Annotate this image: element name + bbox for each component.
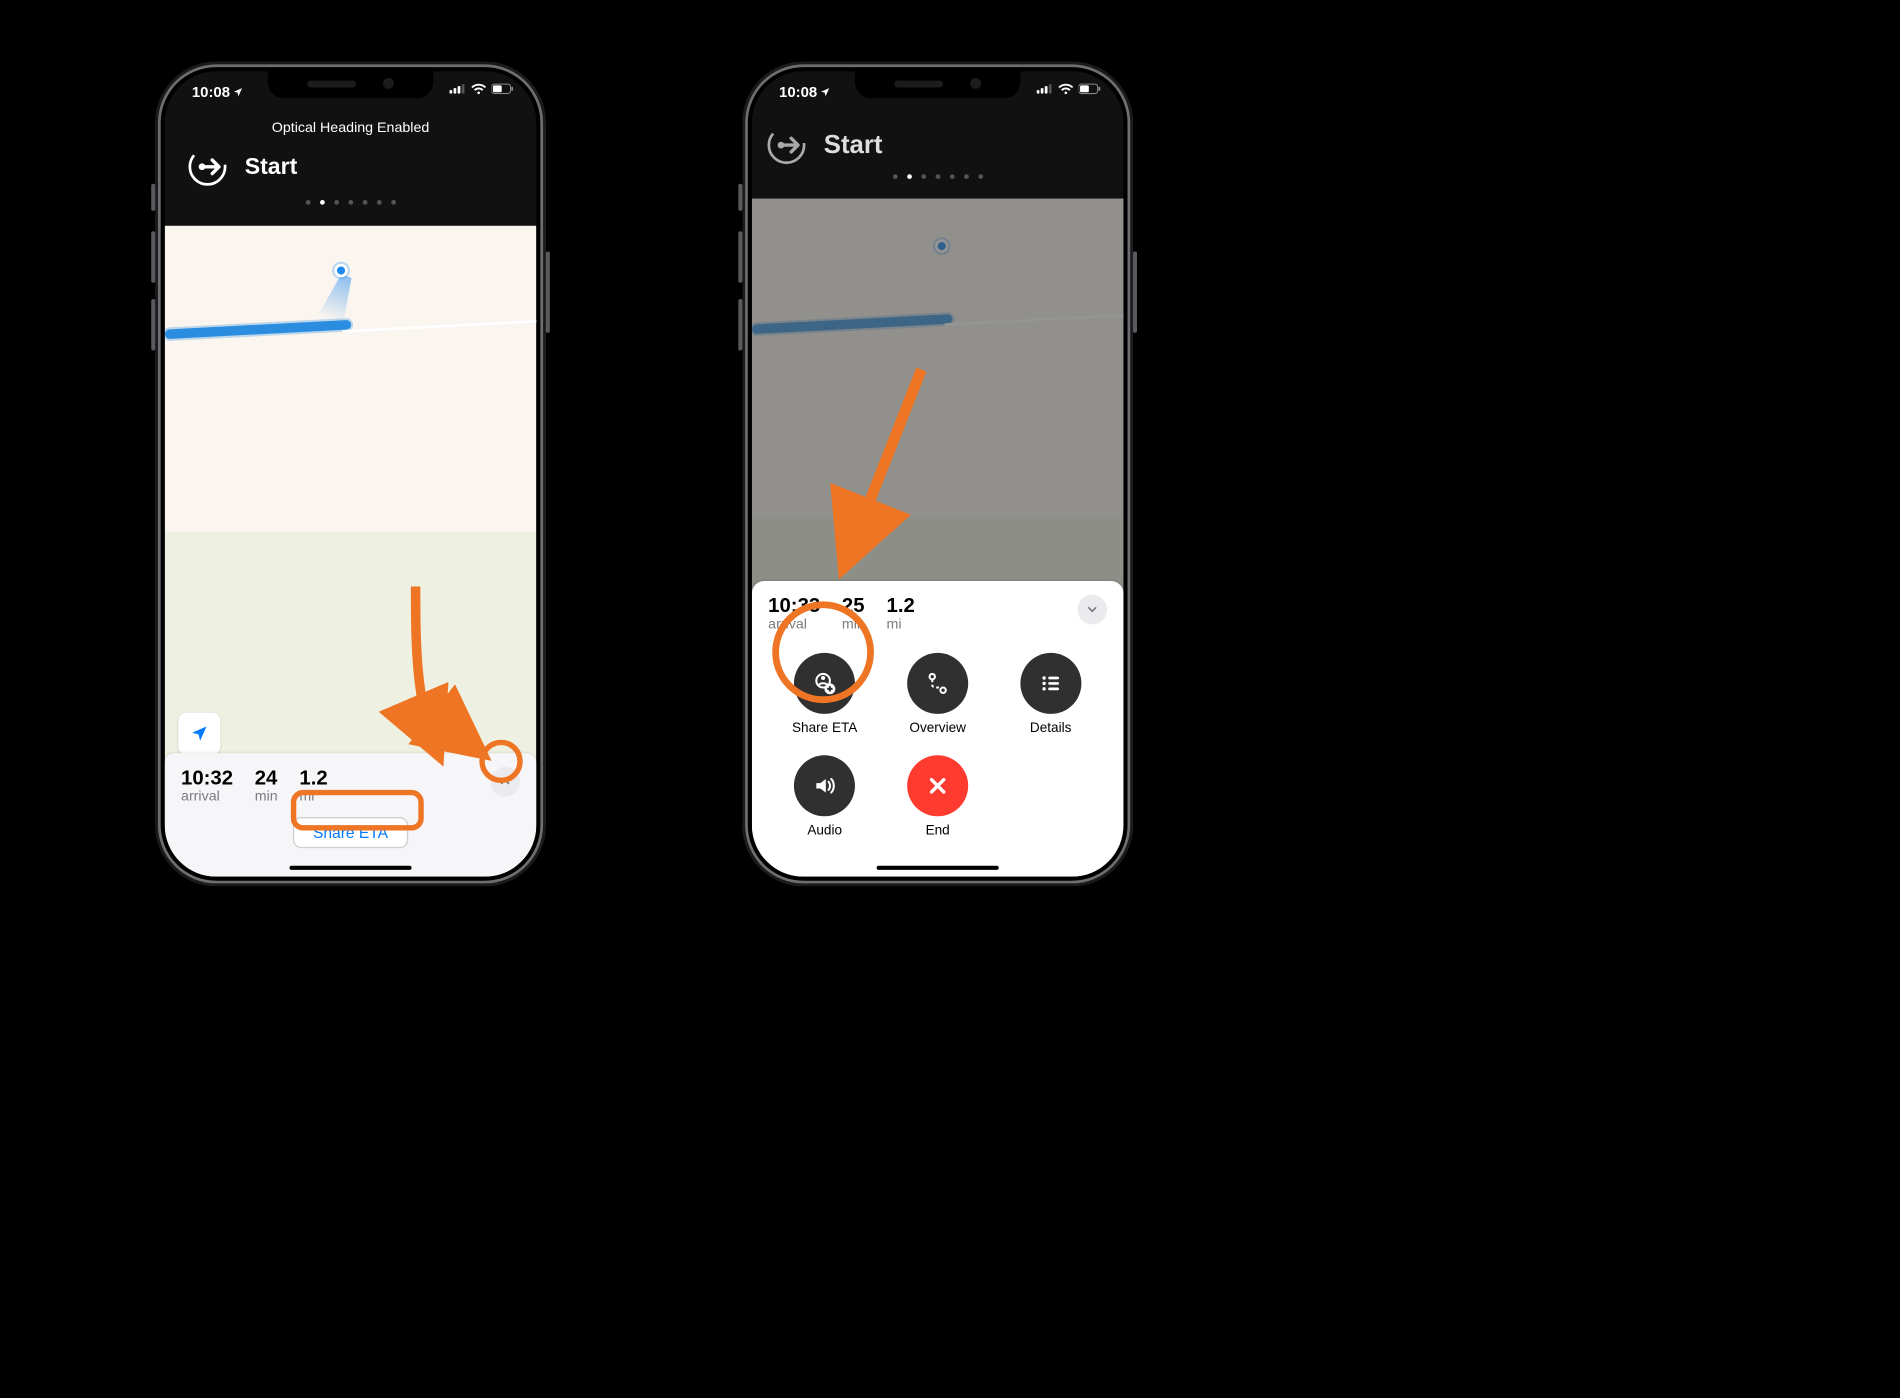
status-time: 10:08	[192, 83, 230, 101]
battery-icon	[492, 83, 514, 94]
wifi-icon	[1058, 83, 1073, 94]
close-icon	[925, 774, 949, 798]
page-dots	[893, 174, 983, 179]
location-arrow-icon	[233, 87, 244, 98]
overview-action[interactable]: Overview	[907, 653, 968, 736]
audio-action[interactable]: Audio	[794, 755, 855, 838]
overview-icon	[923, 669, 953, 699]
home-indicator	[877, 866, 999, 870]
start-label: Start	[245, 154, 298, 180]
wifi-icon	[471, 83, 486, 94]
phone-left: 10:08 Optic	[155, 62, 546, 886]
location-arrow-icon	[820, 87, 831, 98]
arrival-stat: 10:32 arrival	[181, 767, 233, 805]
directions-panel-expanded[interactable]: 10:33 arrival 25 min 1.2 mi	[752, 581, 1124, 877]
current-location-dot	[935, 239, 949, 253]
share-eta-icon	[808, 667, 841, 700]
start-label: Start	[824, 131, 883, 160]
duration-stat: 24 min	[255, 767, 278, 805]
start-direction-icon	[186, 146, 228, 188]
page-dots	[305, 200, 395, 205]
status-time: 10:08	[779, 83, 817, 101]
end-action[interactable]: End	[907, 755, 968, 838]
share-eta-action[interactable]: Share ETA	[792, 653, 857, 736]
recenter-button[interactable]	[178, 713, 220, 755]
details-action[interactable]: Details	[1020, 653, 1081, 736]
optical-heading-label: Optical Heading Enabled	[272, 120, 430, 136]
distance-stat: 1.2 mi	[299, 767, 327, 805]
chevron-up-icon	[498, 775, 512, 789]
duration-stat: 25 min	[842, 595, 865, 633]
notch	[855, 71, 1020, 98]
list-icon	[1037, 670, 1064, 697]
start-direction-icon	[765, 124, 807, 166]
home-indicator	[290, 866, 412, 870]
notch	[268, 71, 433, 98]
arrival-stat: 10:33 arrival	[768, 595, 820, 633]
cellular-icon	[450, 84, 466, 93]
distance-stat: 1.2 mi	[887, 595, 915, 633]
directions-panel-collapsed[interactable]: 10:32 arrival 24 min 1.2 mi Share ETA	[165, 753, 537, 876]
cellular-icon	[1037, 84, 1053, 93]
battery-icon	[1079, 83, 1101, 94]
speaker-icon	[810, 771, 840, 801]
location-arrow-icon	[190, 724, 209, 743]
share-eta-button[interactable]: Share ETA	[293, 817, 408, 848]
expand-panel-button[interactable]	[490, 767, 520, 797]
collapse-panel-button[interactable]	[1077, 595, 1107, 625]
chevron-down-icon	[1085, 603, 1099, 617]
phone-right: 10:08	[742, 62, 1133, 886]
current-location-dot	[334, 264, 348, 278]
